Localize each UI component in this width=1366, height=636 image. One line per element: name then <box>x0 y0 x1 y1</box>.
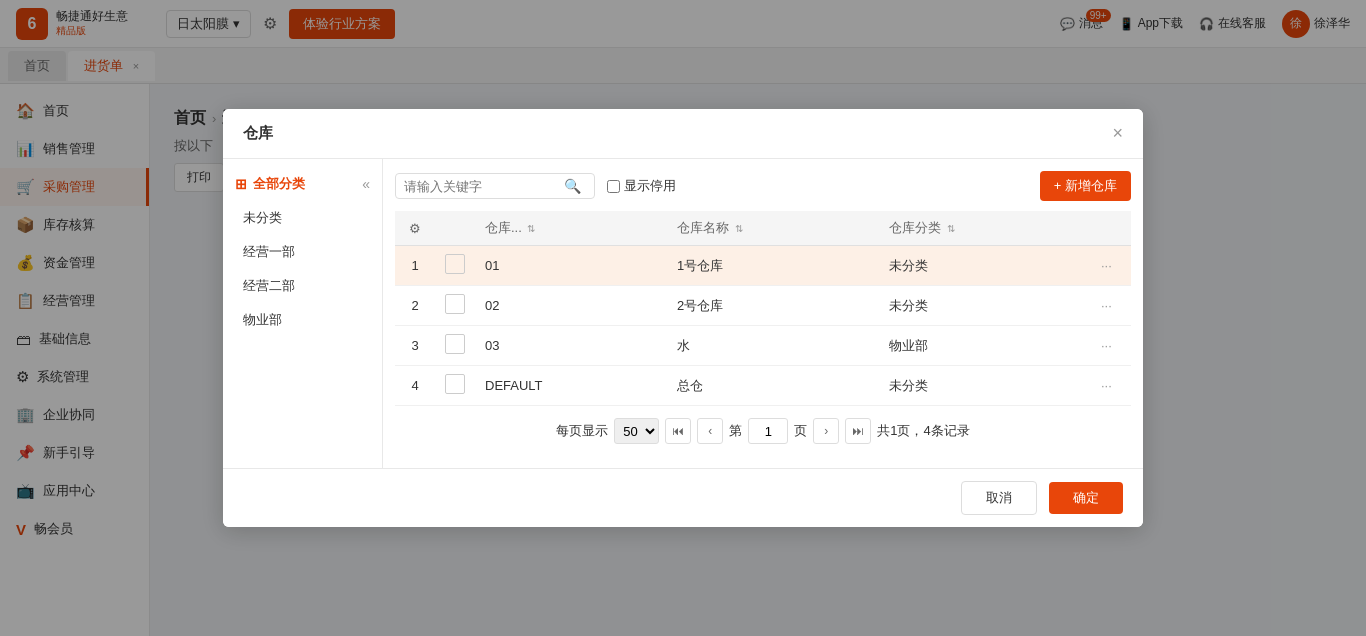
table-head: ⚙ 仓库... ⇅ 仓库名称 ⇅ <box>395 211 1131 246</box>
table-toolbar: 🔍 显示停用 + 新增仓库 <box>395 171 1131 201</box>
row-category-3: 物业部 <box>879 326 1091 366</box>
row-index-2: 2 <box>395 286 435 326</box>
table-row[interactable]: 3 03 水 物业部 ··· <box>395 326 1131 366</box>
table-panel: 🔍 显示停用 + 新增仓库 ⚙ <box>383 159 1143 468</box>
checkbox-icon <box>445 254 465 274</box>
checkbox-icon <box>445 294 465 314</box>
col-category: 仓库分类 ⇅ <box>879 211 1091 246</box>
table-row[interactable]: 1 01 1号仓库 未分类 ··· <box>395 246 1131 286</box>
row-code-1: 01 <box>475 246 667 286</box>
warehouse-modal: 仓库 × ⊞ 全部分类 « 未分类 经营一部 <box>223 109 1143 527</box>
row-code-4: DEFAULT <box>475 366 667 406</box>
next-page-button[interactable]: › <box>813 418 839 444</box>
row-category-1: 未分类 <box>879 246 1091 286</box>
more-icon: ··· <box>1101 338 1112 353</box>
more-icon: ··· <box>1101 378 1112 393</box>
row-more-2[interactable]: ··· <box>1091 286 1131 326</box>
prev-page-button[interactable]: ‹ <box>697 418 723 444</box>
first-page-button[interactable]: ⏮ <box>665 418 691 444</box>
row-more-3[interactable]: ··· <box>1091 326 1131 366</box>
category-item-property[interactable]: 物业部 <box>223 303 382 337</box>
modal-header: 仓库 × <box>223 109 1143 159</box>
row-checkbox-1[interactable] <box>435 246 475 286</box>
category-label: 经营二部 <box>243 278 295 293</box>
category-label: 物业部 <box>243 312 282 327</box>
total-label: 共1页，4条记录 <box>877 422 969 440</box>
modal-footer: 取消 确定 <box>223 468 1143 527</box>
row-name-4: 总仓 <box>667 366 879 406</box>
category-label: 未分类 <box>243 210 282 225</box>
row-checkbox-3[interactable] <box>435 326 475 366</box>
row-code-3: 03 <box>475 326 667 366</box>
category-header[interactable]: ⊞ 全部分类 « <box>223 167 382 201</box>
row-index-1: 1 <box>411 258 418 273</box>
table-row[interactable]: 2 02 2号仓库 未分类 ··· <box>395 286 1131 326</box>
row-name-3: 水 <box>667 326 879 366</box>
category-item-operation1[interactable]: 经营一部 <box>223 235 382 269</box>
page-suffix: 页 <box>794 422 807 440</box>
row-index-3: 3 <box>395 326 435 366</box>
table-container: ⚙ 仓库... ⇅ 仓库名称 ⇅ <box>395 211 1131 406</box>
modal-close-button[interactable]: × <box>1112 123 1123 144</box>
table-row[interactable]: 4 DEFAULT 总仓 未分类 ··· <box>395 366 1131 406</box>
row-index-4: 4 <box>395 366 435 406</box>
more-icon: ··· <box>1101 298 1112 313</box>
modal-title: 仓库 <box>243 124 273 143</box>
row-code-2: 02 <box>475 286 667 326</box>
col-actions <box>1091 211 1131 246</box>
sort-icon-cat: ⇅ <box>947 223 955 234</box>
last-page-button[interactable]: ⏭ <box>845 418 871 444</box>
per-page-label: 每页显示 <box>556 422 608 440</box>
modal-overlay: 仓库 × ⊞ 全部分类 « 未分类 经营一部 <box>0 0 1366 636</box>
category-item-operation2[interactable]: 经营二部 <box>223 269 382 303</box>
sort-icon-name: ⇅ <box>735 223 743 234</box>
cancel-button[interactable]: 取消 <box>961 481 1037 515</box>
row-name-2: 2号仓库 <box>667 286 879 326</box>
col-name: 仓库名称 ⇅ <box>667 211 879 246</box>
category-label: 经营一部 <box>243 244 295 259</box>
collapse-icon[interactable]: « <box>362 176 370 192</box>
search-input-wrap: 🔍 <box>395 173 595 199</box>
search-icon[interactable]: 🔍 <box>564 178 581 194</box>
row-category-4: 未分类 <box>879 366 1091 406</box>
category-item-uncategorized[interactable]: 未分类 <box>223 201 382 235</box>
pagination: 每页显示 50 ⏮ ‹ 第 页 › ⏭ 共1页，4条记录 <box>395 406 1131 456</box>
search-input[interactable] <box>404 179 564 194</box>
row-checkbox-4[interactable] <box>435 366 475 406</box>
warehouse-table: ⚙ 仓库... ⇅ 仓库名称 ⇅ <box>395 211 1131 406</box>
row-more-4[interactable]: ··· <box>1091 366 1131 406</box>
page-number-input[interactable] <box>748 418 788 444</box>
col-code: 仓库... ⇅ <box>475 211 667 246</box>
category-all: ⊞ 全部分类 <box>235 175 305 193</box>
grid-icon: ⊞ <box>235 176 247 192</box>
row-settings[interactable]: 1 <box>395 246 435 286</box>
show-disabled-label[interactable]: 显示停用 <box>607 177 676 195</box>
per-page-select[interactable]: 50 <box>614 418 659 444</box>
modal-body: ⊞ 全部分类 « 未分类 经营一部 经营二部 物业部 <box>223 159 1143 468</box>
checkbox-icon <box>445 374 465 394</box>
page-label: 第 <box>729 422 742 440</box>
sort-icon: ⇅ <box>527 223 535 234</box>
row-category-2: 未分类 <box>879 286 1091 326</box>
row-checkbox-2[interactable] <box>435 286 475 326</box>
show-disabled-checkbox[interactable] <box>607 180 620 193</box>
col-checkbox <box>435 211 475 246</box>
add-warehouse-button[interactable]: + 新增仓库 <box>1040 171 1131 201</box>
confirm-button[interactable]: 确定 <box>1049 482 1123 514</box>
row-more-1[interactable]: ··· <box>1091 246 1131 286</box>
row-name-1: 1号仓库 <box>667 246 879 286</box>
category-panel: ⊞ 全部分类 « 未分类 经营一部 经营二部 物业部 <box>223 159 383 468</box>
show-disabled-text: 显示停用 <box>624 177 676 195</box>
table-body: 1 01 1号仓库 未分类 ··· 2 <box>395 246 1131 406</box>
table-header-row: ⚙ 仓库... ⇅ 仓库名称 ⇅ <box>395 211 1131 246</box>
all-category-label: 全部分类 <box>253 175 305 193</box>
col-settings: ⚙ <box>395 211 435 246</box>
more-icon: ··· <box>1101 258 1112 273</box>
checkbox-icon <box>445 334 465 354</box>
